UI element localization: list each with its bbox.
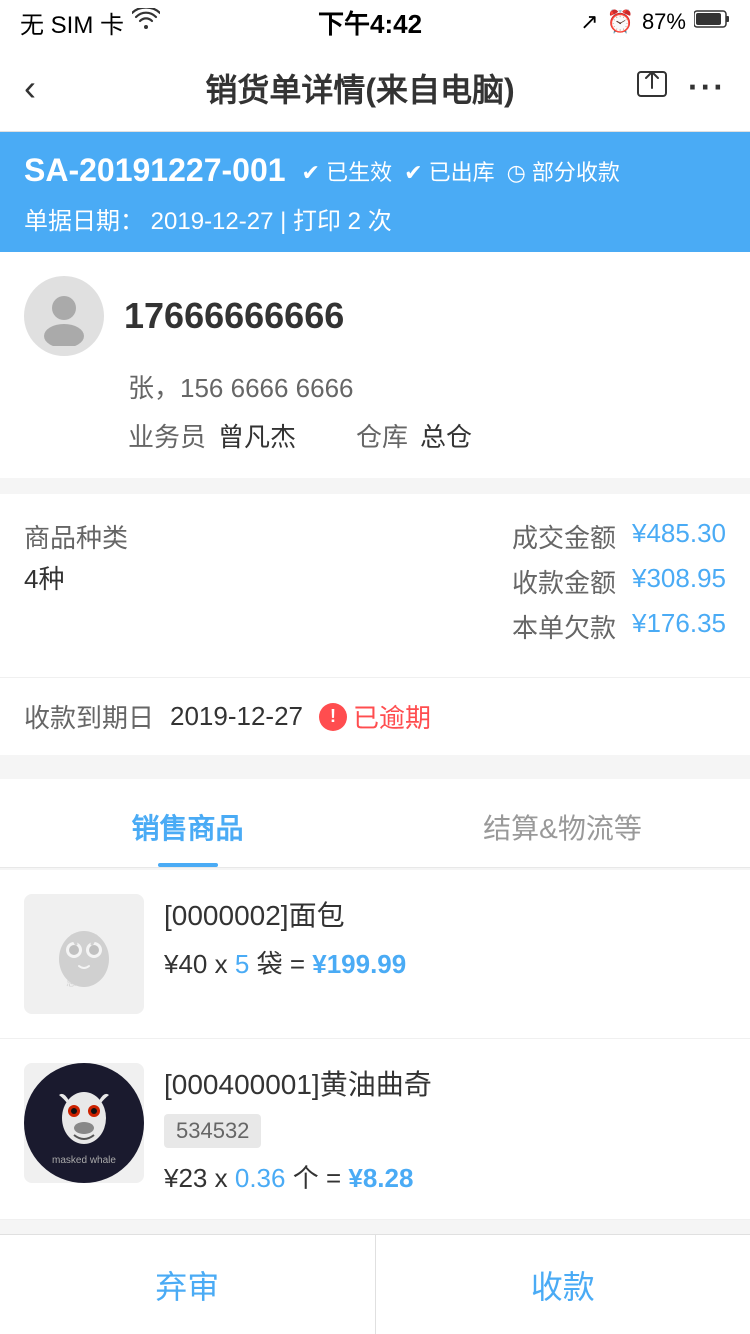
stats-right: 成交金额 ¥485.30 收款金额 ¥308.95 本单欠款 ¥176.35: [512, 518, 726, 653]
types-label: 商品种类: [24, 518, 128, 555]
badge-shipped: ✔ 已出库: [404, 155, 495, 187]
sales-value: 曾凡杰: [218, 417, 296, 454]
due-date: 2019-12-27: [170, 701, 303, 732]
product-price-1: ¥40 x 5 袋 = ¥199.99: [164, 944, 726, 981]
received-label: 收款金额: [512, 563, 616, 600]
status-badges: ✔ 已生效 ✔ 已出库 ◷ 部分收款: [302, 155, 620, 187]
product-thumb-2: masked whale: [24, 1063, 144, 1183]
product-name-1: [0000002]面包: [164, 894, 726, 934]
customer-contact: 张，156 6666 6666: [128, 368, 726, 405]
more-icon[interactable]: ···: [688, 69, 726, 106]
share-icon[interactable]: [636, 68, 668, 107]
nav-actions: ···: [636, 68, 726, 107]
tabs-row: 销售商品 结算&物流等: [0, 779, 750, 867]
warehouse-meta: 仓库 总仓: [356, 417, 472, 454]
svg-text:思+: 思+: [66, 977, 82, 989]
tab-sales-product[interactable]: 销售商品: [0, 779, 375, 867]
product-tag-2: 534532: [164, 1114, 261, 1148]
status-time: 下午4:42: [318, 4, 422, 41]
battery-text: 87%: [642, 9, 686, 35]
location-icon: ↗: [580, 9, 598, 35]
svg-text:masked whale: masked whale: [52, 1155, 116, 1166]
debt-row: 本单欠款 ¥176.35: [512, 608, 726, 645]
page-title: 销货单详情(来自电脑): [84, 65, 636, 111]
sales-label: 业务员: [128, 417, 206, 454]
types-count: 4种: [24, 559, 128, 596]
due-label: 收款到期日: [24, 698, 154, 735]
product-info-1: [0000002]面包 ¥40 x 5 袋 = ¥199.99: [164, 894, 726, 981]
divider-2: [0, 755, 750, 763]
customer-meta: 业务员 曾凡杰 仓库 总仓: [128, 417, 726, 454]
warehouse-label: 仓库: [356, 417, 408, 454]
avatar: [24, 276, 104, 356]
status-right: ↗ ⏰ 87%: [580, 9, 730, 35]
badge-active: ✔ 已生效: [302, 155, 393, 187]
stats-section: 商品种类 4种 成交金额 ¥485.30 收款金额 ¥308.95 本单欠款 ¥…: [0, 494, 750, 677]
product-item: 思+ [0000002]面包 ¥40 x 5 袋 = ¥199.99: [0, 870, 750, 1039]
overdue-icon: !: [319, 703, 347, 731]
amount-label: 成交金额: [512, 518, 616, 555]
badge-partial: ◷ 部分收款: [507, 155, 620, 187]
product-info-2: [000400001]黄油曲奇 534532 ¥23 x 0.36 个 = ¥8…: [164, 1063, 726, 1195]
wifi-icon: [132, 8, 160, 37]
bottom-bar: 弃审 收款: [0, 1234, 750, 1334]
amount-value: ¥485.30: [632, 518, 726, 555]
product-name-2: [000400001]黄油曲奇: [164, 1063, 726, 1103]
received-row: 收款金额 ¥308.95: [512, 563, 726, 600]
back-button[interactable]: ‹: [24, 67, 84, 109]
status-left: 无 SIM 卡: [20, 5, 160, 40]
order-id: SA-20191227-001: [24, 152, 286, 189]
stats-left: 商品种类 4种: [24, 518, 128, 596]
carrier-text: 无 SIM 卡: [20, 5, 124, 40]
status-bar: 无 SIM 卡 下午4:42 ↗ ⏰ 87%: [0, 0, 750, 44]
warehouse-value: 总仓: [420, 417, 472, 454]
divider-1: [0, 478, 750, 494]
due-section: 收款到期日 2019-12-27 ! 已逾期: [0, 677, 750, 755]
order-banner-row1: SA-20191227-001 ✔ 已生效 ✔ 已出库 ◷ 部分收款: [24, 152, 726, 189]
overdue-badge: ! 已逾期: [319, 698, 431, 735]
overdue-text: 已逾期: [353, 698, 431, 735]
amount-row: 成交金额 ¥485.30: [512, 518, 726, 555]
order-banner: SA-20191227-001 ✔ 已生效 ✔ 已出库 ◷ 部分收款 单据日期：…: [0, 132, 750, 252]
sales-meta: 业务员 曾凡杰: [128, 417, 296, 454]
abandon-button[interactable]: 弃审: [0, 1235, 376, 1334]
products-section: 思+ [0000002]面包 ¥40 x 5 袋 = ¥199.99: [0, 870, 750, 1220]
collect-button[interactable]: 收款: [376, 1235, 750, 1334]
battery-icon: [694, 9, 730, 35]
customer-section: 17666666666 张，156 6666 6666 业务员 曾凡杰 仓库 总…: [0, 252, 750, 478]
product-item-2: masked whale [000400001]黄油曲奇 534532 ¥23 …: [0, 1039, 750, 1220]
alarm-icon: ⏰: [607, 9, 634, 35]
nav-bar: ‹ 销货单详情(来自电脑) ···: [0, 44, 750, 132]
debt-label: 本单欠款: [512, 608, 616, 645]
tabs-section: 销售商品 结算&物流等: [0, 779, 750, 868]
customer-name: 17666666666: [124, 295, 344, 337]
customer-row: 17666666666: [24, 276, 726, 356]
product-thumb-1: 思+: [24, 894, 144, 1014]
debt-value: ¥176.35: [632, 608, 726, 645]
received-value: ¥308.95: [632, 563, 726, 600]
tab-settlement[interactable]: 结算&物流等: [375, 779, 750, 867]
product-price-2: ¥23 x 0.36 个 = ¥8.28: [164, 1158, 726, 1195]
order-date: 单据日期： 2019-12-27 | 打印 2 次: [24, 201, 726, 236]
